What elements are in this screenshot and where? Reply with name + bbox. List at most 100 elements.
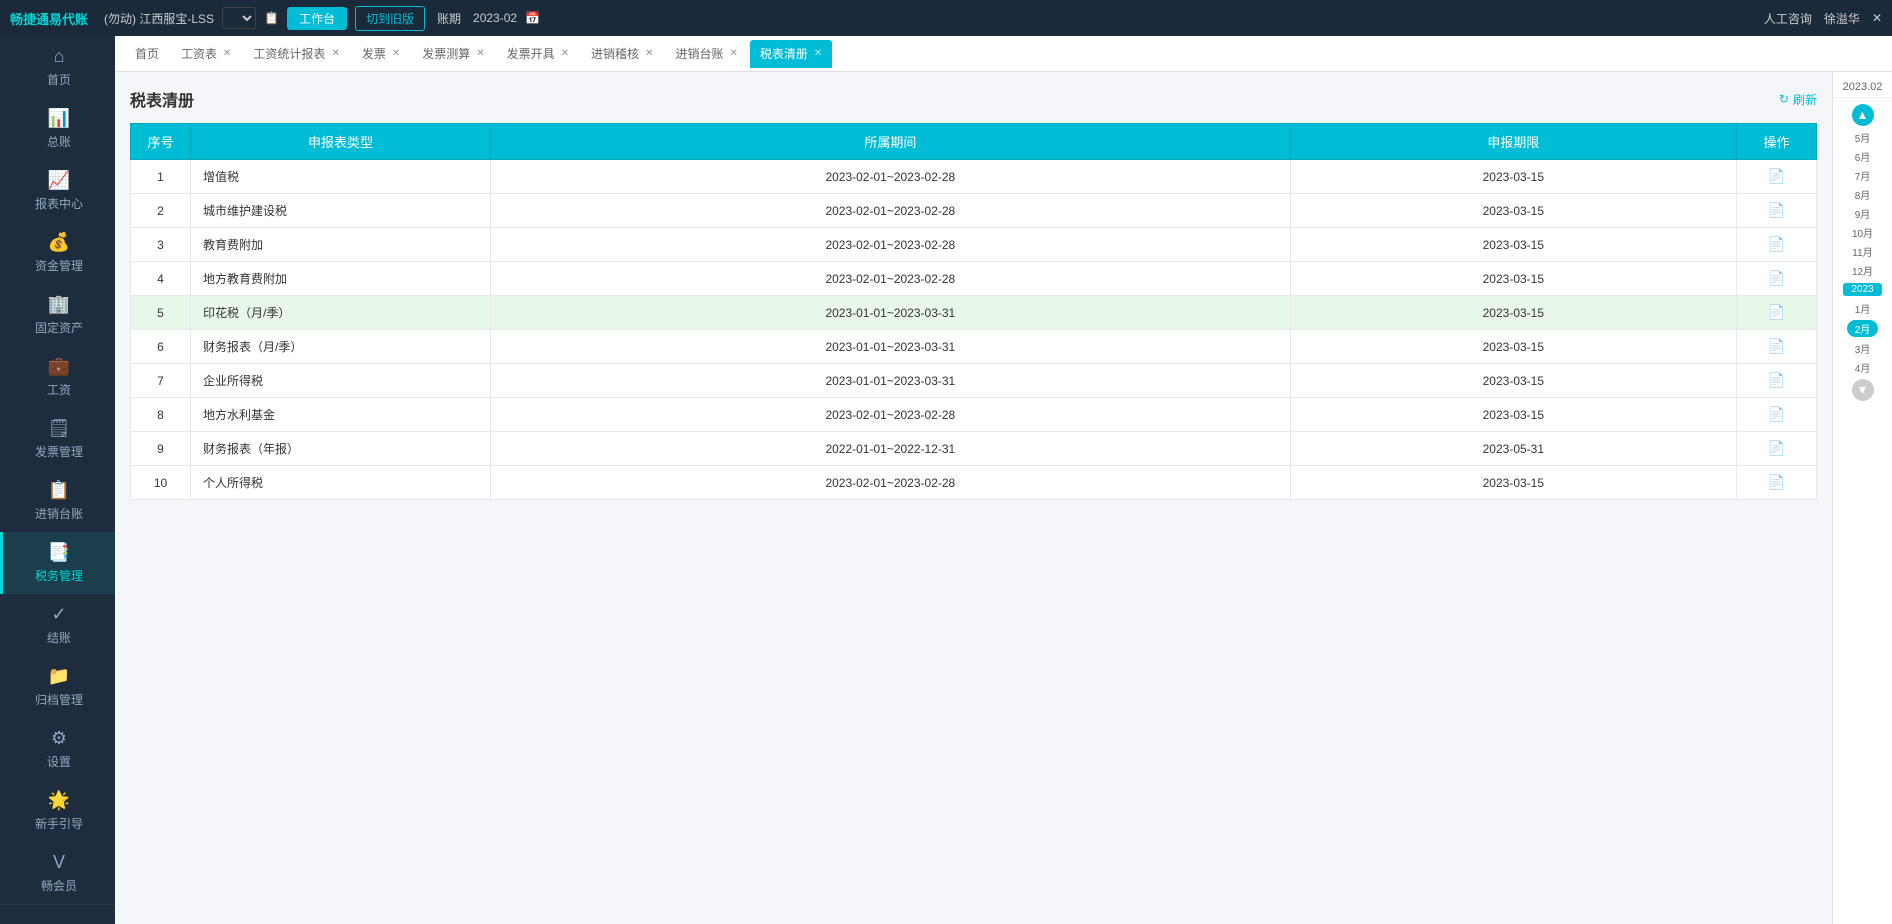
table-row: 9 财务报表（年报） 2022-01-01~2022-12-31 2023-05…: [131, 432, 1817, 466]
sidebar-item-settle[interactable]: ✓ 结账: [0, 594, 115, 656]
close-icon[interactable]: ✕: [1872, 11, 1882, 25]
month-6[interactable]: 6月: [1855, 149, 1871, 164]
month-9[interactable]: 9月: [1855, 206, 1871, 221]
tab-purchase-check-label: 进销稽核: [591, 45, 639, 62]
settings-icon: ⚙: [51, 728, 67, 749]
month-4[interactable]: 4月: [1855, 360, 1871, 375]
date-panel-up[interactable]: ▲: [1852, 104, 1874, 126]
tab-invoice[interactable]: 发票 ✕: [352, 40, 410, 68]
fixed-assets-icon: 🏢: [48, 294, 70, 315]
tab-salary-report[interactable]: 工资统计报表 ✕: [243, 40, 349, 68]
month-11[interactable]: 11月: [1852, 244, 1872, 259]
tab-purchase-check-close[interactable]: ✕: [645, 48, 653, 59]
sidebar-item-report[interactable]: 📈 报表中心: [0, 160, 115, 222]
refresh-button[interactable]: ↻ 刷新: [1779, 91, 1817, 108]
tab-purchase-ledger-close[interactable]: ✕: [729, 48, 737, 59]
cell-period: 2023-02-01~2023-02-28: [491, 160, 1291, 194]
workbench-button[interactable]: 工作台: [287, 7, 347, 30]
cell-type: 个人所得税: [191, 466, 491, 500]
tab-salary-report-close[interactable]: ✕: [331, 48, 339, 59]
sidebar-item-salary[interactable]: 💼 工资: [0, 346, 115, 408]
date-panel-header: 2023.02: [1833, 77, 1892, 98]
col-deadline: 申报期限: [1290, 124, 1736, 160]
tab-invoice-calc[interactable]: 发票测算 ✕: [412, 40, 494, 68]
action-icon[interactable]: 📄: [1768, 440, 1785, 456]
tab-tax-register[interactable]: 税表清册 ✕: [750, 40, 832, 68]
sidebar-item-asset-mgmt[interactable]: 💰 资金管理: [0, 222, 115, 284]
sidebar-item-label: 结账: [47, 629, 71, 646]
sidebar-item-vip[interactable]: V 畅会员: [0, 842, 115, 904]
sidebar-item-ledger[interactable]: 📊 总账: [0, 98, 115, 160]
date-panel-down[interactable]: ▼: [1852, 379, 1874, 401]
table-row: 7 企业所得税 2023-01-01~2023-03-31 2023-03-15…: [131, 364, 1817, 398]
tab-salary-close[interactable]: ✕: [223, 48, 231, 59]
cell-type: 企业所得税: [191, 364, 491, 398]
month-12[interactable]: 12月: [1852, 263, 1873, 278]
cell-deadline: 2023-03-15: [1290, 466, 1736, 500]
sidebar-item-tax-mgmt[interactable]: 📑 税务管理: [0, 532, 115, 594]
action-icon[interactable]: 📄: [1768, 304, 1785, 320]
cell-action: 📄: [1737, 432, 1817, 466]
sidebar-bottom: 📌 取消固定: [0, 904, 115, 924]
tab-invoice-open-close[interactable]: ✕: [561, 48, 569, 59]
refresh-label: 刷新: [1793, 91, 1817, 108]
sidebar-item-label: 资金管理: [35, 257, 83, 274]
sidebar-item-archive[interactable]: 📁 归档管理: [0, 656, 115, 718]
sidebar-item-label: 新手引导: [35, 815, 83, 832]
month-1[interactable]: 1月: [1855, 301, 1871, 316]
sidebar-item-label: 固定资产: [35, 319, 83, 336]
month-5[interactable]: 5月: [1855, 130, 1871, 145]
action-icon[interactable]: 📄: [1768, 338, 1785, 354]
period-value: 2023-02: [473, 11, 517, 25]
ai-consult[interactable]: 人工咨询: [1764, 10, 1812, 27]
purchase-icon: 📋: [48, 480, 70, 501]
tab-invoice-close[interactable]: ✕: [392, 48, 400, 59]
month-7[interactable]: 7月: [1855, 168, 1871, 183]
action-icon[interactable]: 📄: [1768, 406, 1785, 422]
sidebar-item-fixed-assets[interactable]: 🏢 固定资产: [0, 284, 115, 346]
tab-home[interactable]: 首页: [125, 40, 169, 68]
month-3[interactable]: 3月: [1855, 341, 1871, 356]
table-row: 4 地方教育费附加 2023-02-01~2023-02-28 2023-03-…: [131, 262, 1817, 296]
sidebar-item-settings[interactable]: ⚙ 设置: [0, 718, 115, 780]
tab-purchase-check[interactable]: 进销稽核 ✕: [581, 40, 663, 68]
table-row: 6 财务报表（月/季） 2023-01-01~2023-03-31 2023-0…: [131, 330, 1817, 364]
sidebar-item-label: 设置: [47, 753, 71, 770]
month-2-active[interactable]: 2月: [1847, 320, 1879, 337]
action-icon[interactable]: 📄: [1768, 474, 1785, 490]
month-8[interactable]: 8月: [1855, 187, 1871, 202]
vip-icon: V: [53, 852, 65, 873]
cell-action: 📄: [1737, 364, 1817, 398]
company-dropdown[interactable]: [222, 7, 256, 29]
switch-old-button[interactable]: 切到旧版: [355, 6, 425, 31]
action-icon[interactable]: 📄: [1768, 236, 1785, 252]
sidebar-item-purchase[interactable]: 📋 进销台账: [0, 470, 115, 532]
home-icon: ⌂: [54, 46, 65, 67]
action-icon[interactable]: 📄: [1768, 202, 1785, 218]
cell-deadline: 2023-03-15: [1290, 330, 1736, 364]
table-row: 5 印花税（月/季） 2023-01-01~2023-03-31 2023-03…: [131, 296, 1817, 330]
user-name[interactable]: 徐溢华: [1824, 10, 1860, 27]
action-icon[interactable]: 📄: [1768, 270, 1785, 286]
cell-deadline: 2023-05-31: [1290, 432, 1736, 466]
tab-invoice-calc-close[interactable]: ✕: [476, 48, 484, 59]
action-icon[interactable]: 📄: [1768, 168, 1785, 184]
cell-period: 2023-02-01~2023-02-28: [491, 398, 1291, 432]
tab-salary[interactable]: 工资表 ✕: [171, 40, 241, 68]
sidebar-item-new-guide[interactable]: 🌟 新手引导: [0, 780, 115, 842]
month-10[interactable]: 10月: [1852, 225, 1873, 240]
tab-salary-label: 工资表: [181, 45, 217, 62]
action-icon[interactable]: 📄: [1768, 372, 1785, 388]
tab-purchase-ledger[interactable]: 进销台账 ✕: [665, 40, 747, 68]
sidebar-item-home[interactable]: ⌂ 首页: [0, 36, 115, 98]
unpin-button[interactable]: 📌 取消固定: [0, 915, 115, 924]
table-row: 3 教育费附加 2023-02-01~2023-02-28 2023-03-15…: [131, 228, 1817, 262]
sidebar-item-invoice-mgmt[interactable]: 🗒 发票管理: [0, 408, 115, 470]
tab-tax-register-close[interactable]: ✕: [814, 48, 822, 59]
cell-action: 📄: [1737, 228, 1817, 262]
tax-mgmt-icon: 📑: [48, 542, 70, 563]
col-period: 所属期间: [491, 124, 1291, 160]
page-title: 税表清册: [130, 87, 194, 111]
tab-invoice-open[interactable]: 发票开具 ✕: [497, 40, 579, 68]
tab-salary-report-label: 工资统计报表: [253, 45, 325, 62]
